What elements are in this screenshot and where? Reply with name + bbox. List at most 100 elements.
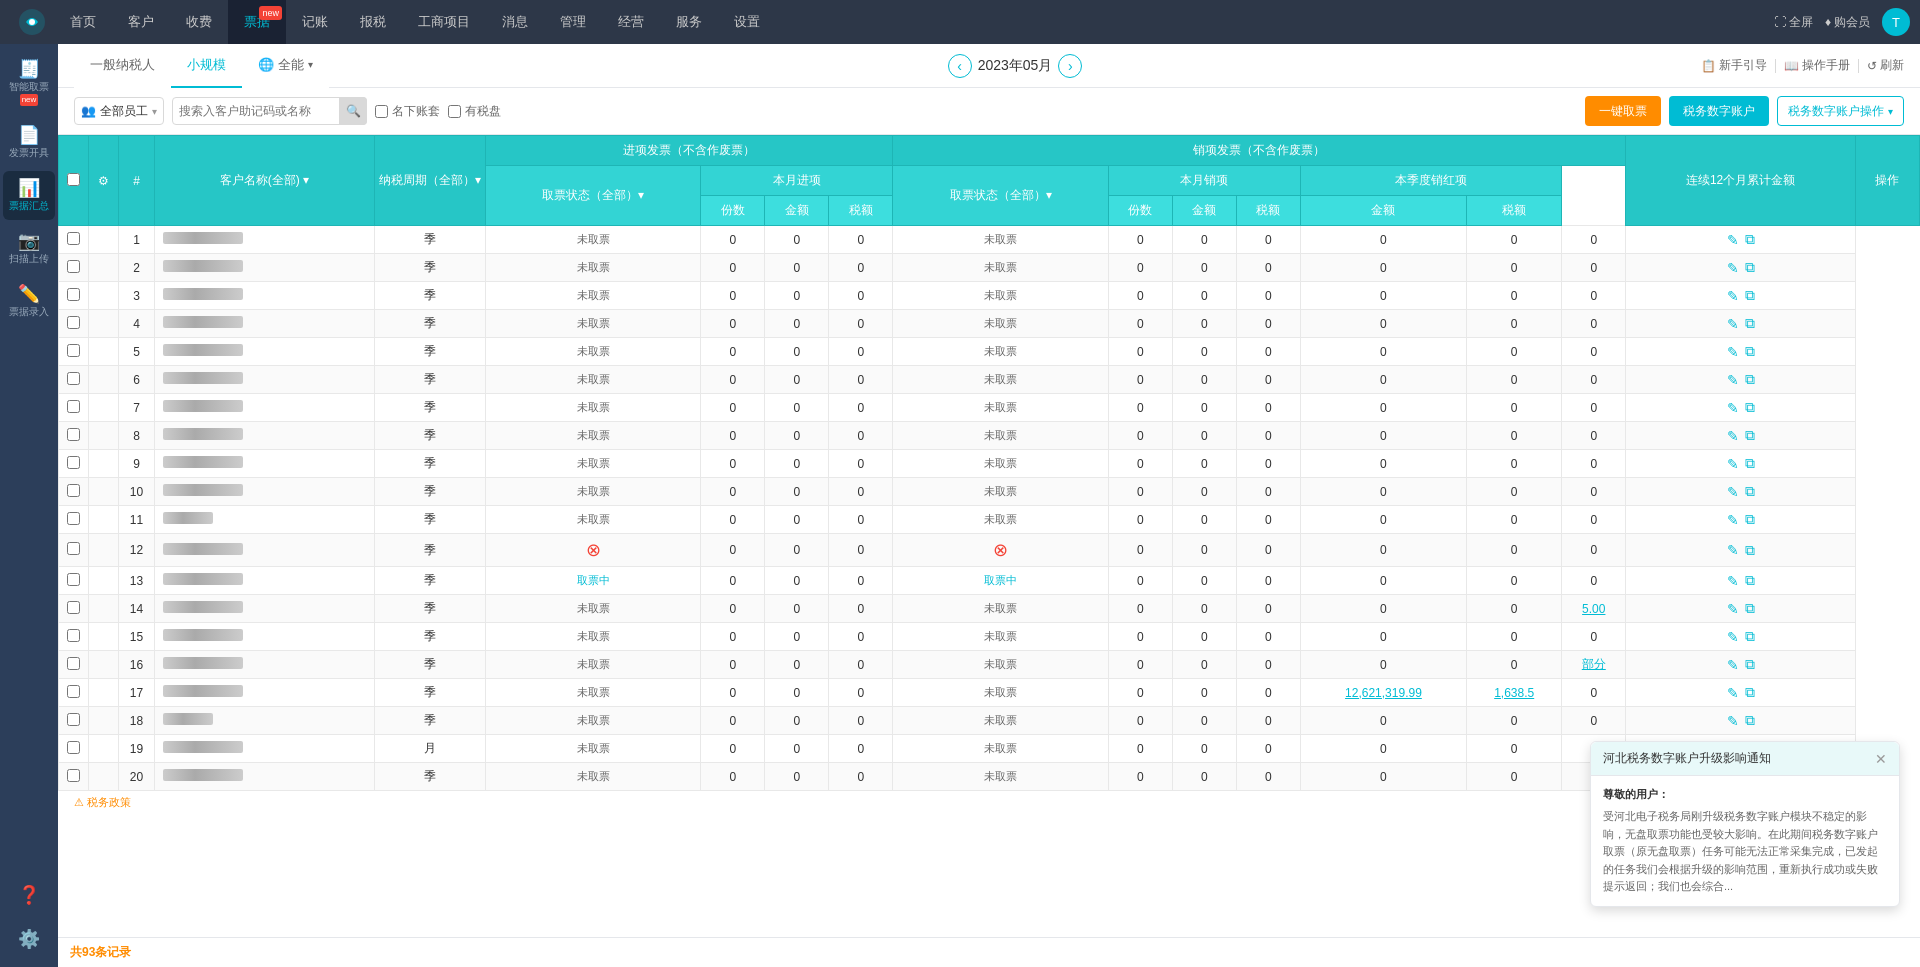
copy-icon[interactable]: ⧉ bbox=[1745, 684, 1755, 701]
row-checkbox[interactable] bbox=[67, 456, 80, 469]
nav-item-accounting[interactable]: 记账 bbox=[286, 0, 344, 44]
copy-icon[interactable]: ⧉ bbox=[1745, 259, 1755, 276]
copy-icon[interactable]: ⧉ bbox=[1745, 427, 1755, 444]
cum-amount-link[interactable]: 5.00 bbox=[1582, 602, 1605, 616]
copy-icon[interactable]: ⧉ bbox=[1745, 231, 1755, 248]
nav-item-manage[interactable]: 管理 bbox=[544, 0, 602, 44]
row-checkbox[interactable] bbox=[67, 741, 80, 754]
search-input[interactable] bbox=[179, 104, 339, 118]
row-checkbox[interactable] bbox=[67, 232, 80, 245]
copy-icon[interactable]: ⧉ bbox=[1745, 542, 1755, 559]
member-btn[interactable]: ♦ 购会员 bbox=[1825, 14, 1870, 31]
edit-icon[interactable]: ✎ bbox=[1727, 344, 1739, 360]
refresh-link[interactable]: ↺ 刷新 bbox=[1867, 57, 1904, 74]
fetch-invoice-btn[interactable]: 一键取票 bbox=[1585, 96, 1661, 126]
digital-account-btn[interactable]: 税务数字账户 bbox=[1669, 96, 1769, 126]
edit-icon[interactable]: ✎ bbox=[1727, 288, 1739, 304]
nav-item-invoice[interactable]: 票据 new bbox=[228, 0, 286, 44]
edit-icon[interactable]: ✎ bbox=[1727, 601, 1739, 617]
edit-icon[interactable]: ✎ bbox=[1727, 685, 1739, 701]
edit-icon[interactable]: ✎ bbox=[1727, 400, 1739, 416]
nav-item-revenue[interactable]: 收费 bbox=[170, 0, 228, 44]
row-checkbox[interactable] bbox=[67, 542, 80, 555]
nav-item-customer[interactable]: 客户 bbox=[112, 0, 170, 44]
user-avatar[interactable]: T bbox=[1882, 8, 1910, 36]
copy-icon[interactable]: ⧉ bbox=[1745, 712, 1755, 729]
digital-account-ops-btn[interactable]: 税务数字账户操作 ▾ bbox=[1777, 96, 1904, 126]
nav-item-home[interactable]: 首页 bbox=[54, 0, 112, 44]
ledger-checkbox[interactable] bbox=[375, 105, 388, 118]
sidebar-item-entry[interactable]: ✏️ 票据录入 bbox=[3, 277, 55, 326]
notification-close-btn[interactable]: ✕ bbox=[1875, 751, 1887, 767]
new-guide-link[interactable]: 📋 新手引导 bbox=[1701, 57, 1767, 74]
row-checkbox[interactable] bbox=[67, 512, 80, 525]
red-tax-link[interactable]: 1,638.5 bbox=[1494, 686, 1534, 700]
sidebar-item-issue-invoice[interactable]: 📄 发票开具 bbox=[3, 118, 55, 167]
row-checkbox[interactable] bbox=[67, 316, 80, 329]
nav-item-service[interactable]: 服务 bbox=[660, 0, 718, 44]
edit-icon[interactable]: ✎ bbox=[1727, 456, 1739, 472]
period-prev-btn[interactable]: ‹ bbox=[948, 54, 972, 78]
copy-icon[interactable]: ⧉ bbox=[1745, 483, 1755, 500]
edit-icon[interactable]: ✎ bbox=[1727, 428, 1739, 444]
sidebar-help-btn[interactable]: ❓ bbox=[11, 877, 47, 913]
copy-icon[interactable]: ⧉ bbox=[1745, 287, 1755, 304]
row-checkbox[interactable] bbox=[67, 657, 80, 670]
copy-icon[interactable]: ⧉ bbox=[1745, 455, 1755, 472]
manual-link[interactable]: 📖 操作手册 bbox=[1784, 57, 1850, 74]
row-checkbox[interactable] bbox=[67, 260, 80, 273]
nav-item-settings[interactable]: 设置 bbox=[718, 0, 776, 44]
row-checkbox[interactable] bbox=[67, 428, 80, 441]
row-checkbox[interactable] bbox=[67, 344, 80, 357]
copy-icon[interactable]: ⧉ bbox=[1745, 399, 1755, 416]
row-checkbox[interactable] bbox=[67, 713, 80, 726]
row-checkbox[interactable] bbox=[67, 601, 80, 614]
copy-icon[interactable]: ⧉ bbox=[1745, 371, 1755, 388]
edit-icon[interactable]: ✎ bbox=[1727, 232, 1739, 248]
edit-icon[interactable]: ✎ bbox=[1727, 573, 1739, 589]
copy-icon[interactable]: ⧉ bbox=[1745, 656, 1755, 673]
row-checkbox[interactable] bbox=[67, 484, 80, 497]
tax-checkbox[interactable] bbox=[448, 105, 461, 118]
copy-icon[interactable]: ⧉ bbox=[1745, 315, 1755, 332]
edit-icon[interactable]: ✎ bbox=[1727, 542, 1739, 558]
tab-all[interactable]: 🌐 全能 ▾ bbox=[242, 44, 329, 88]
row-checkbox[interactable] bbox=[67, 769, 80, 782]
copy-icon[interactable]: ⧉ bbox=[1745, 343, 1755, 360]
sidebar-item-summary[interactable]: 📊 票据汇总 bbox=[3, 171, 55, 220]
sidebar-item-scan[interactable]: 📷 扫描上传 bbox=[3, 224, 55, 273]
nav-item-operation[interactable]: 经营 bbox=[602, 0, 660, 44]
period-next-btn[interactable]: › bbox=[1058, 54, 1082, 78]
edit-icon[interactable]: ✎ bbox=[1727, 657, 1739, 673]
tab-small[interactable]: 小规模 bbox=[171, 44, 242, 88]
edit-icon[interactable]: ✎ bbox=[1727, 629, 1739, 645]
row-checkbox[interactable] bbox=[67, 629, 80, 642]
row-checkbox[interactable] bbox=[67, 400, 80, 413]
select-all-checkbox[interactable] bbox=[67, 173, 80, 186]
row-checkbox[interactable] bbox=[67, 288, 80, 301]
copy-icon[interactable]: ⧉ bbox=[1745, 511, 1755, 528]
edit-icon[interactable]: ✎ bbox=[1727, 713, 1739, 729]
edit-icon[interactable]: ✎ bbox=[1727, 372, 1739, 388]
nav-item-message[interactable]: 消息 bbox=[486, 0, 544, 44]
copy-icon[interactable]: ⧉ bbox=[1745, 572, 1755, 589]
edit-icon[interactable]: ✎ bbox=[1727, 484, 1739, 500]
sidebar-item-smart-invoice[interactable]: 🧾 智能取票 new bbox=[3, 52, 55, 114]
cum-amount-link[interactable]: 部分 bbox=[1582, 657, 1606, 671]
row-checkbox[interactable] bbox=[67, 372, 80, 385]
edit-icon[interactable]: ✎ bbox=[1727, 512, 1739, 528]
employee-select[interactable]: 👥 全部员工 ▾ bbox=[74, 97, 164, 125]
nav-item-business[interactable]: 工商项目 bbox=[402, 0, 486, 44]
copy-icon[interactable]: ⧉ bbox=[1745, 628, 1755, 645]
red-amount-link[interactable]: 12,621,319.99 bbox=[1345, 686, 1422, 700]
row-checkbox[interactable] bbox=[67, 573, 80, 586]
copy-icon[interactable]: ⧉ bbox=[1745, 600, 1755, 617]
sidebar-settings-btn[interactable]: ⚙️ bbox=[11, 921, 47, 957]
nav-item-tax[interactable]: 报税 bbox=[344, 0, 402, 44]
edit-icon[interactable]: ✎ bbox=[1727, 316, 1739, 332]
tab-general[interactable]: 一般纳税人 bbox=[74, 44, 171, 88]
fullscreen-btn[interactable]: ⛶ 全屏 bbox=[1774, 14, 1813, 31]
row-checkbox[interactable] bbox=[67, 685, 80, 698]
search-button[interactable]: 🔍 bbox=[339, 97, 367, 125]
edit-icon[interactable]: ✎ bbox=[1727, 260, 1739, 276]
